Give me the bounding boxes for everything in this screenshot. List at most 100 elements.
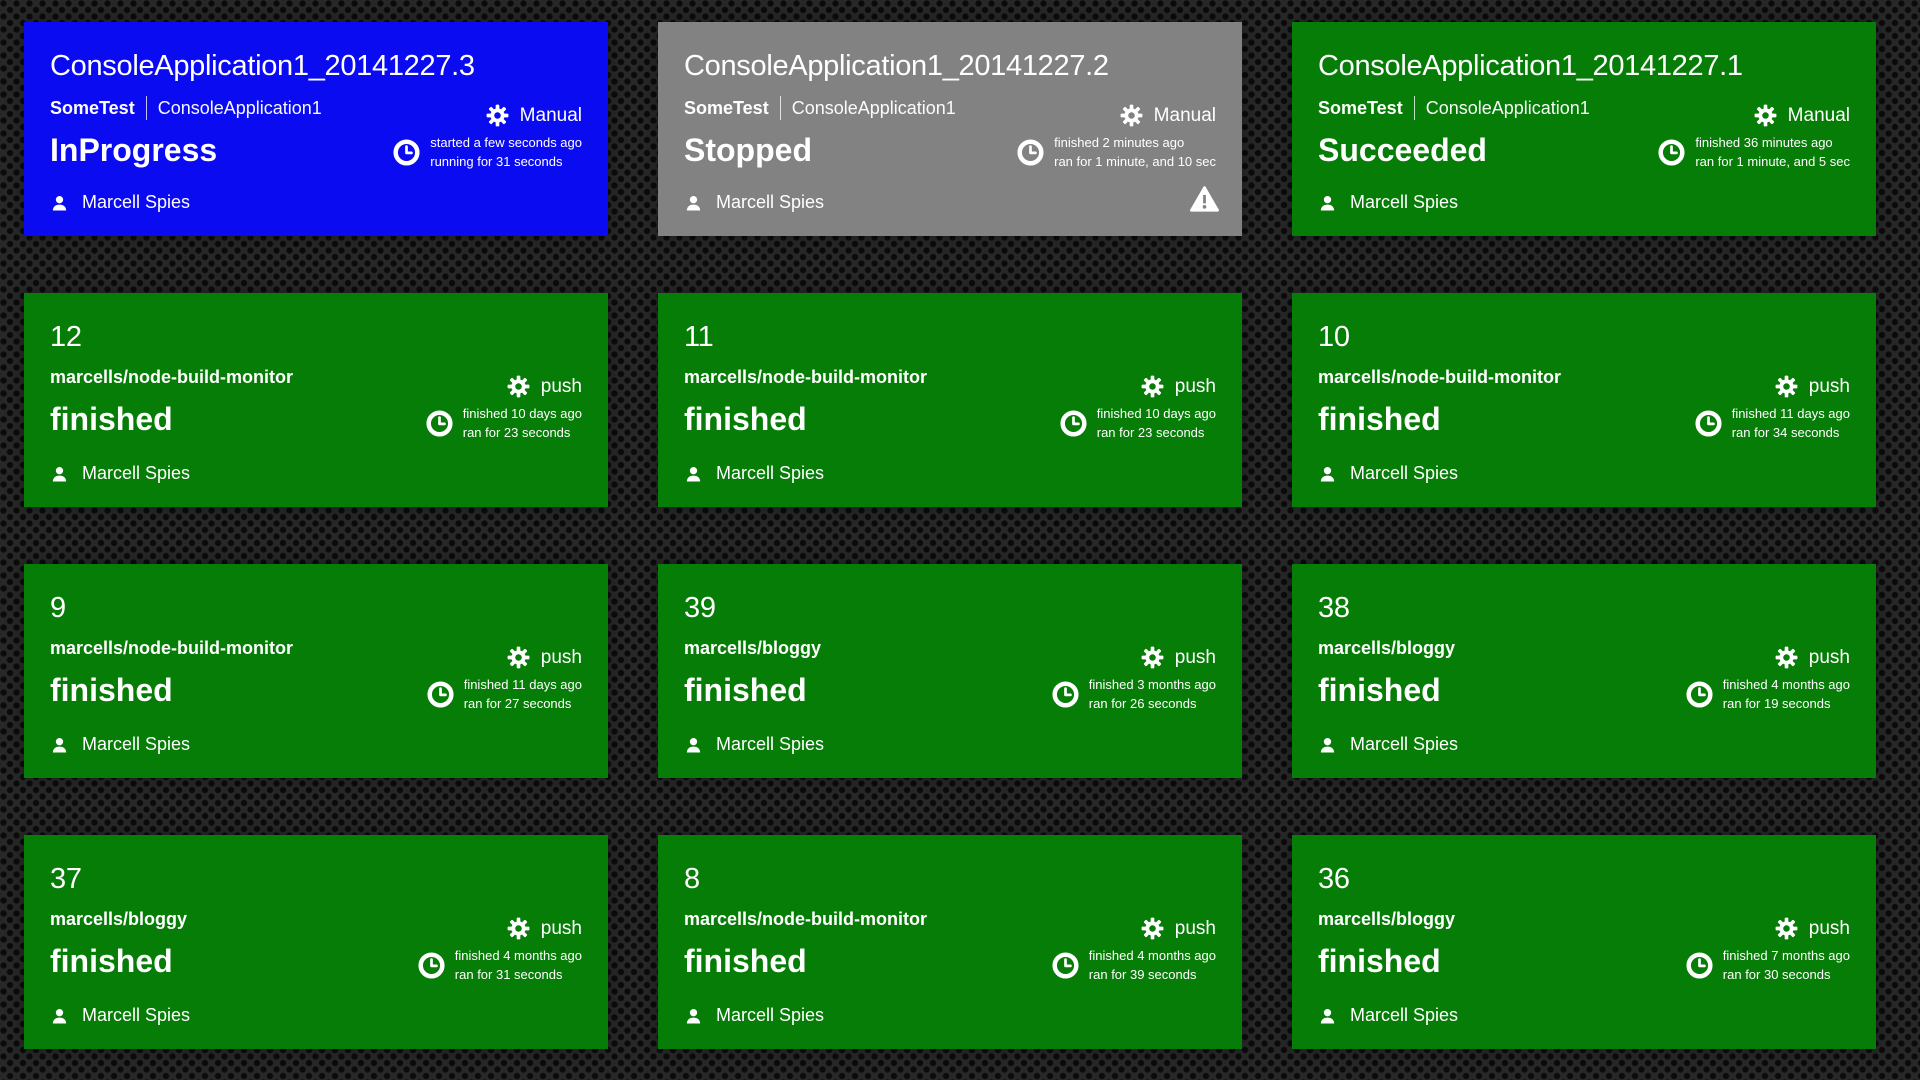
- build-tile[interactable]: 12 marcells/node-build-monitor finished …: [24, 293, 608, 507]
- build-trigger-label: push: [541, 647, 582, 669]
- build-time: finished 11 days ago ran for 34 seconds: [1695, 405, 1850, 443]
- build-time-line1: finished 11 days ago: [1732, 405, 1850, 424]
- build-time-line2: running for 31 seconds: [430, 153, 582, 172]
- user-icon: [684, 1007, 703, 1026]
- build-title: 39: [684, 592, 1216, 625]
- clock-icon: [426, 410, 453, 437]
- build-tile[interactable]: ConsoleApplication1_20141227.2 SomeTest …: [658, 22, 1242, 236]
- build-time-line2: ran for 27 seconds: [464, 695, 582, 714]
- build-title: 11: [684, 321, 1216, 354]
- build-tile[interactable]: 8 marcells/node-build-monitor finished M…: [658, 835, 1242, 1049]
- build-user-name: Marcell Spies: [716, 463, 824, 485]
- build-user: Marcell Spies: [50, 1005, 582, 1027]
- build-user-name: Marcell Spies: [716, 192, 824, 214]
- build-tile[interactable]: ConsoleApplication1_20141227.1 SomeTest …: [1292, 22, 1876, 236]
- build-tile[interactable]: 36 marcells/bloggy finished Marcell Spie…: [1292, 835, 1876, 1049]
- build-time-line1: finished 2 minutes ago: [1054, 134, 1216, 153]
- build-trigger: Manual: [1754, 104, 1850, 127]
- build-title: 9: [50, 592, 582, 625]
- clock-icon: [1695, 410, 1722, 437]
- user-icon: [50, 1007, 69, 1026]
- clock-icon: [1017, 139, 1044, 166]
- build-time: finished 3 months ago ran for 26 seconds: [1052, 676, 1216, 714]
- build-time: finished 4 months ago ran for 39 seconds: [1052, 947, 1216, 985]
- build-trigger-label: Manual: [520, 105, 582, 127]
- build-user-name: Marcell Spies: [716, 1005, 824, 1027]
- user-icon: [50, 736, 69, 755]
- clock-icon: [393, 139, 420, 166]
- build-tile[interactable]: 11 marcells/node-build-monitor finished …: [658, 293, 1242, 507]
- build-time: finished 10 days ago ran for 23 seconds: [426, 405, 582, 443]
- build-tile[interactable]: 9 marcells/node-build-monitor finished M…: [24, 564, 608, 778]
- build-time-line1: finished 3 months ago: [1089, 676, 1216, 695]
- clock-icon: [1658, 139, 1685, 166]
- build-subtitle: marcells/node-build-monitor: [684, 909, 1216, 931]
- build-tile[interactable]: ConsoleApplication1_20141227.3 SomeTest …: [24, 22, 608, 236]
- build-definition: ConsoleApplication1: [1426, 98, 1590, 120]
- build-trigger: Manual: [1120, 104, 1216, 127]
- build-trigger: push: [1775, 646, 1850, 669]
- build-time-line1: finished 4 months ago: [455, 947, 582, 966]
- build-subtitle: marcells/bloggy: [684, 638, 1216, 660]
- build-subtitle: marcells/bloggy: [1318, 909, 1850, 931]
- build-project-label: marcells/bloggy: [684, 638, 821, 660]
- build-time-line2: ran for 26 seconds: [1089, 695, 1216, 714]
- user-icon: [1318, 1007, 1337, 1026]
- build-tile[interactable]: 38 marcells/bloggy finished Marcell Spie…: [1292, 564, 1876, 778]
- build-trigger-label: push: [1809, 647, 1850, 669]
- build-time-line2: ran for 1 minute, and 5 sec: [1695, 153, 1850, 172]
- build-trigger: push: [1775, 917, 1850, 940]
- user-icon: [684, 736, 703, 755]
- build-user-name: Marcell Spies: [716, 734, 824, 756]
- gear-icon: [507, 917, 530, 940]
- build-tile[interactable]: 10 marcells/node-build-monitor finished …: [1292, 293, 1876, 507]
- user-icon: [50, 465, 69, 484]
- build-trigger-label: push: [541, 376, 582, 398]
- build-project-label: marcells/node-build-monitor: [684, 367, 927, 389]
- build-user-name: Marcell Spies: [82, 192, 190, 214]
- build-user-name: Marcell Spies: [82, 1005, 190, 1027]
- build-trigger: push: [1775, 375, 1850, 398]
- build-subtitle: marcells/node-build-monitor: [50, 638, 582, 660]
- build-user-name: Marcell Spies: [82, 734, 190, 756]
- build-project-label: marcells/node-build-monitor: [50, 638, 293, 660]
- build-title: 10: [1318, 321, 1850, 354]
- user-icon: [684, 194, 703, 213]
- build-time-line2: ran for 30 seconds: [1723, 966, 1850, 985]
- build-tile[interactable]: 39 marcells/bloggy finished Marcell Spie…: [658, 564, 1242, 778]
- clock-icon: [1686, 681, 1713, 708]
- build-user: Marcell Spies: [1318, 192, 1850, 214]
- build-user-name: Marcell Spies: [1350, 463, 1458, 485]
- build-time: finished 36 minutes ago ran for 1 minute…: [1658, 134, 1850, 172]
- build-tile[interactable]: 37 marcells/bloggy finished Marcell Spie…: [24, 835, 608, 1049]
- build-time: finished 4 months ago ran for 31 seconds: [418, 947, 582, 985]
- build-project-label: SomeTest: [50, 98, 135, 120]
- build-user-name: Marcell Spies: [82, 463, 190, 485]
- build-time-line1: finished 10 days ago: [1097, 405, 1216, 424]
- build-user: Marcell Spies: [50, 192, 582, 214]
- build-trigger-label: Manual: [1154, 105, 1216, 127]
- build-time-line2: ran for 23 seconds: [1097, 424, 1216, 443]
- build-title: ConsoleApplication1_20141227.3: [50, 50, 582, 83]
- gear-icon: [1141, 917, 1164, 940]
- build-definition: ConsoleApplication1: [792, 98, 956, 120]
- build-time-line1: finished 10 days ago: [463, 405, 582, 424]
- build-user: Marcell Spies: [684, 1005, 1216, 1027]
- subtitle-divider: [1414, 96, 1415, 120]
- gear-icon: [1120, 104, 1143, 127]
- warning-triangle-icon: [1189, 185, 1220, 214]
- build-project-label: marcells/bloggy: [1318, 638, 1455, 660]
- build-trigger: push: [1141, 646, 1216, 669]
- build-trigger: push: [507, 646, 582, 669]
- build-trigger-label: push: [1809, 376, 1850, 398]
- build-time: finished 2 minutes ago ran for 1 minute,…: [1017, 134, 1216, 172]
- build-subtitle: marcells/node-build-monitor: [684, 367, 1216, 389]
- build-subtitle: marcells/bloggy: [50, 909, 582, 931]
- gear-icon: [507, 646, 530, 669]
- build-time: finished 11 days ago ran for 27 seconds: [427, 676, 582, 714]
- build-time-line2: ran for 19 seconds: [1723, 695, 1850, 714]
- build-trigger-label: push: [541, 918, 582, 940]
- build-user: Marcell Spies: [684, 734, 1216, 756]
- subtitle-divider: [780, 96, 781, 120]
- build-user: Marcell Spies: [1318, 734, 1850, 756]
